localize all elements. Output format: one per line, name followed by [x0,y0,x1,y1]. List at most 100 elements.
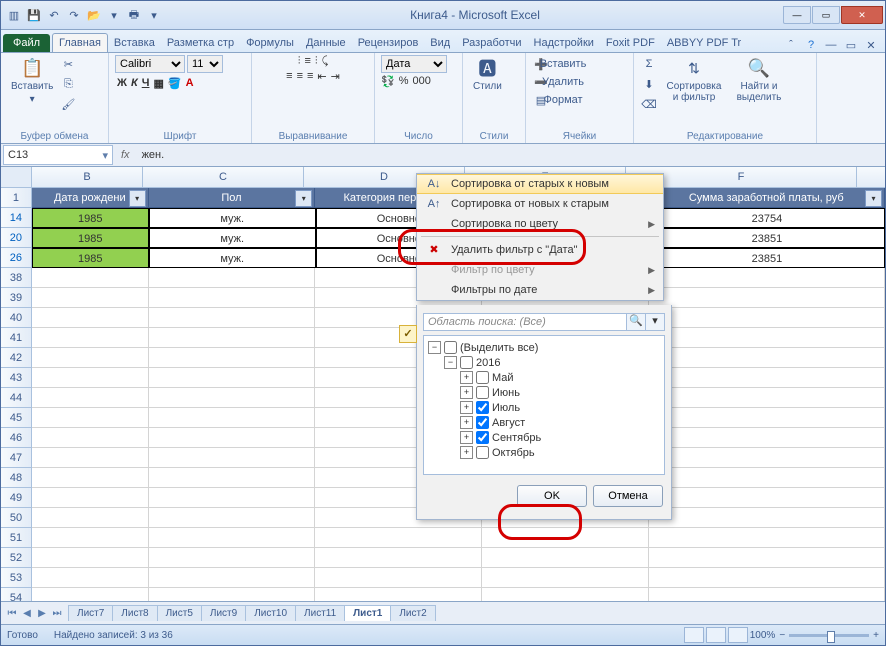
table-cell[interactable] [149,288,316,308]
format-cells-button[interactable]: ▤Формат [532,91,572,109]
table-cell[interactable] [315,528,482,548]
table-cell[interactable] [649,588,885,601]
ribbon-tab[interactable]: Разметка стр [161,34,240,52]
table-cell[interactable] [32,488,149,508]
align-bot-icon[interactable]: ⫶ [315,55,318,68]
table-cell[interactable] [482,548,649,568]
qat-more-icon[interactable]: ▾ [145,6,163,24]
table-cell[interactable] [482,588,649,601]
close-button[interactable]: ✕ [841,6,883,24]
view-break-icon[interactable] [728,627,748,643]
table-cell[interactable] [149,308,316,328]
table-cell[interactable] [32,368,149,388]
table-cell[interactable] [649,368,885,388]
row-header[interactable]: 48 [1,468,32,488]
copy-icon[interactable]: ⎘ [59,75,77,93]
table-cell[interactable]: 1985 [32,208,149,228]
name-box[interactable]: C13▾ [3,145,113,165]
search-icon[interactable]: 🔍 [627,313,646,331]
clear-icon[interactable]: ⌫ [640,95,658,113]
tree-collapse-icon[interactable]: − [444,356,457,369]
ribbon-min-icon[interactable]: ˆ [783,39,799,52]
workbook-min-icon[interactable]: — [823,39,839,52]
sheet-tab[interactable]: Лист9 [201,605,246,621]
table-cell[interactable] [149,328,316,348]
table-cell[interactable]: 1985 [32,248,149,268]
row-header[interactable]: 45 [1,408,32,428]
table-cell[interactable] [482,568,649,588]
border-icon[interactable]: ▦ [153,77,163,90]
table-cell[interactable] [315,548,482,568]
select-all-corner[interactable] [1,167,32,187]
table-cell[interactable] [149,448,316,468]
align-right-icon[interactable]: ≡ [307,70,313,83]
insert-cells-button[interactable]: ➕Вставить [532,55,572,73]
underline-icon[interactable]: Ч [142,77,150,90]
autosum-icon[interactable]: Σ [640,55,658,73]
sort-color-item[interactable]: Сортировка по цвету▶ [417,214,663,234]
table-cell[interactable] [149,428,316,448]
row-header[interactable]: 47 [1,448,32,468]
font-name-select[interactable]: Calibri [115,55,185,73]
row-header[interactable]: 52 [1,548,32,568]
ribbon-tab[interactable]: Надстройки [528,34,600,52]
table-cell[interactable] [649,528,885,548]
table-cell[interactable] [649,288,885,308]
italic-icon[interactable]: К [131,77,138,90]
worksheet-grid[interactable]: BCDEF 1Дата рождени▾Пол▾Категория персон… [1,167,885,601]
workbook-close-icon[interactable]: ✕ [863,39,879,52]
preview-icon[interactable]: 🖶 [125,6,143,24]
ribbon-tab[interactable]: ABBYY PDF Tr [661,34,747,52]
table-cell[interactable] [649,488,885,508]
row-header[interactable]: 40 [1,308,32,328]
table-cell[interactable] [649,408,885,428]
table-cell[interactable] [149,468,316,488]
table-cell[interactable] [32,288,149,308]
table-cell[interactable] [32,268,149,288]
month-checkbox[interactable] [476,401,489,414]
sort-filter-button[interactable]: ⇅Сортировка и фильтр [660,55,728,105]
month-checkbox[interactable] [476,386,489,399]
ribbon-tab[interactable]: Рецензиров [352,34,425,52]
tree-expand-icon[interactable]: + [460,446,473,459]
currency-icon[interactable]: 💱 [381,75,395,88]
new-icon[interactable]: ▾ [105,6,123,24]
ribbon-tab[interactable]: Вставка [108,34,161,52]
filter-dropdown-icon[interactable]: ▾ [865,190,882,207]
table-cell[interactable]: 23851 [649,228,885,248]
ribbon-tab[interactable]: Foxit PDF [600,34,661,52]
table-cell[interactable] [649,348,885,368]
fill-icon[interactable]: ⬇ [640,75,658,93]
zoom-out-icon[interactable]: − [779,630,785,641]
table-cell[interactable] [149,528,316,548]
table-cell[interactable] [32,388,149,408]
tree-expand-icon[interactable]: + [460,371,473,384]
table-cell[interactable] [649,388,885,408]
row-header[interactable]: 51 [1,528,32,548]
table-cell[interactable] [32,308,149,328]
delete-cells-button[interactable]: ➖Удалить [532,73,572,91]
filter-tree[interactable]: −(Выделить все) −2016 +Май+Июнь+Июль+Авг… [423,335,665,475]
sheet-nav-first-icon[interactable]: ⏮ [5,608,19,619]
table-cell[interactable]: 1985 [32,228,149,248]
ribbon-tab[interactable]: Разработчи [456,34,527,52]
fill-color-icon[interactable]: 🪣 [168,77,182,90]
table-cell[interactable] [149,348,316,368]
fx-icon[interactable]: fx [113,149,138,161]
comma-icon[interactable]: 000 [412,75,430,88]
table-cell[interactable] [649,308,885,328]
month-checkbox[interactable] [476,371,489,384]
table-cell[interactable] [149,548,316,568]
column-header[interactable]: B [32,167,143,187]
table-cell[interactable] [32,548,149,568]
table-cell[interactable] [649,468,885,488]
ribbon-tab[interactable]: Вид [424,34,456,52]
table-cell[interactable] [149,508,316,528]
view-normal-icon[interactable] [684,627,704,643]
sheet-tab[interactable]: Лист8 [112,605,157,621]
table-cell[interactable] [649,328,885,348]
table-cell[interactable] [649,268,885,288]
bold-icon[interactable]: Ж [117,77,127,90]
row-header[interactable]: 14 [1,208,32,228]
table-cell[interactable] [32,348,149,368]
